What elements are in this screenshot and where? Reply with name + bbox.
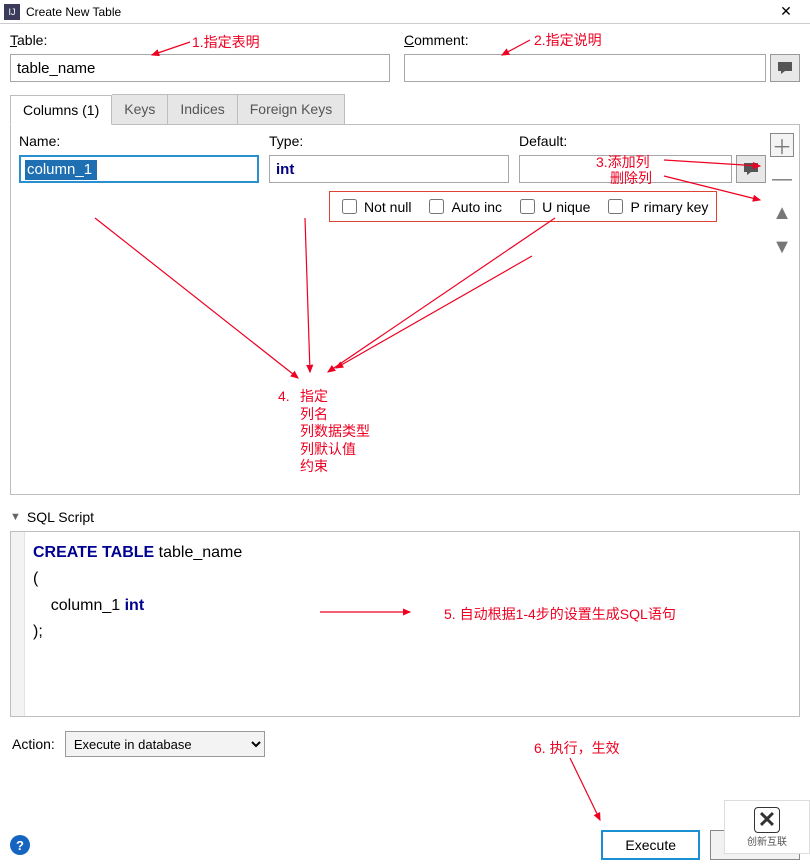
comment-expand-icon[interactable] bbox=[770, 54, 800, 82]
check-unique[interactable]: Unique bbox=[516, 196, 590, 217]
col-default-input[interactable] bbox=[519, 155, 732, 183]
add-column-icon[interactable]: ＋ bbox=[770, 133, 794, 157]
col-type-input[interactable] bbox=[269, 155, 509, 183]
move-down-icon[interactable]: ▼ bbox=[770, 235, 794, 259]
execute-button[interactable]: Execute bbox=[601, 830, 700, 860]
help-icon[interactable]: ? bbox=[10, 835, 30, 855]
col-default-field: Default: bbox=[519, 133, 766, 183]
table-field: Table: bbox=[10, 32, 390, 82]
content-area: Table: Comment: Columns (1) Keys Indices… bbox=[0, 24, 810, 761]
col-name-field: Name: bbox=[19, 133, 259, 183]
table-label: Table: bbox=[10, 32, 390, 48]
remove-column-icon[interactable]: — bbox=[770, 167, 794, 191]
col-name-label: Name: bbox=[19, 133, 259, 149]
titlebar: IJ Create New Table ✕ bbox=[0, 0, 810, 24]
comment-input[interactable] bbox=[404, 54, 766, 82]
default-expand-icon[interactable] bbox=[736, 155, 766, 183]
col-type-field: Type: bbox=[269, 133, 509, 183]
footer: ? Execute bbox=[10, 830, 800, 860]
table-name-input[interactable] bbox=[10, 54, 390, 82]
window-title: Create New Table bbox=[26, 5, 766, 19]
sql-script-label: SQL Script bbox=[27, 509, 94, 525]
move-up-icon[interactable]: ▲ bbox=[770, 201, 794, 225]
comment-label: Comment: bbox=[404, 32, 800, 48]
check-primary-key[interactable]: Primary key bbox=[604, 196, 708, 217]
check-not-null[interactable]: Not null bbox=[338, 196, 411, 217]
watermark-logo: ✕ 创新互联 bbox=[724, 800, 810, 854]
action-row: Action: Execute in database bbox=[10, 731, 800, 757]
col-default-label: Default: bbox=[519, 133, 766, 149]
tab-columns[interactable]: Columns (1) bbox=[10, 95, 112, 125]
column-editor: Name: Type: Default: Not null Auto inc bbox=[10, 125, 800, 495]
column-side-toolbar: ＋ — ▲ ▼ bbox=[769, 133, 795, 259]
comment-field: Comment: bbox=[404, 32, 800, 82]
col-name-input[interactable] bbox=[19, 155, 259, 183]
collapse-icon: ▼ bbox=[10, 511, 21, 523]
col-type-label: Type: bbox=[269, 133, 509, 149]
check-auto-inc[interactable]: Auto inc bbox=[425, 196, 502, 217]
sql-script-header[interactable]: ▼ SQL Script bbox=[10, 507, 800, 527]
column-constraints: Not null Auto inc Unique Primary key bbox=[329, 191, 717, 222]
top-fields-row: Table: Comment: bbox=[10, 32, 800, 82]
action-select[interactable]: Execute in database bbox=[65, 731, 265, 757]
tab-indices[interactable]: Indices bbox=[168, 94, 237, 124]
app-icon: IJ bbox=[4, 4, 20, 20]
sql-script-box[interactable]: CREATE TABLE table_name ( column_1 int )… bbox=[10, 531, 800, 717]
tabs: Columns (1) Keys Indices Foreign Keys bbox=[10, 94, 800, 125]
tab-keys[interactable]: Keys bbox=[112, 94, 168, 124]
tab-foreign-keys[interactable]: Foreign Keys bbox=[238, 94, 345, 124]
close-icon[interactable]: ✕ bbox=[766, 3, 806, 20]
action-label: Action: bbox=[12, 736, 55, 752]
